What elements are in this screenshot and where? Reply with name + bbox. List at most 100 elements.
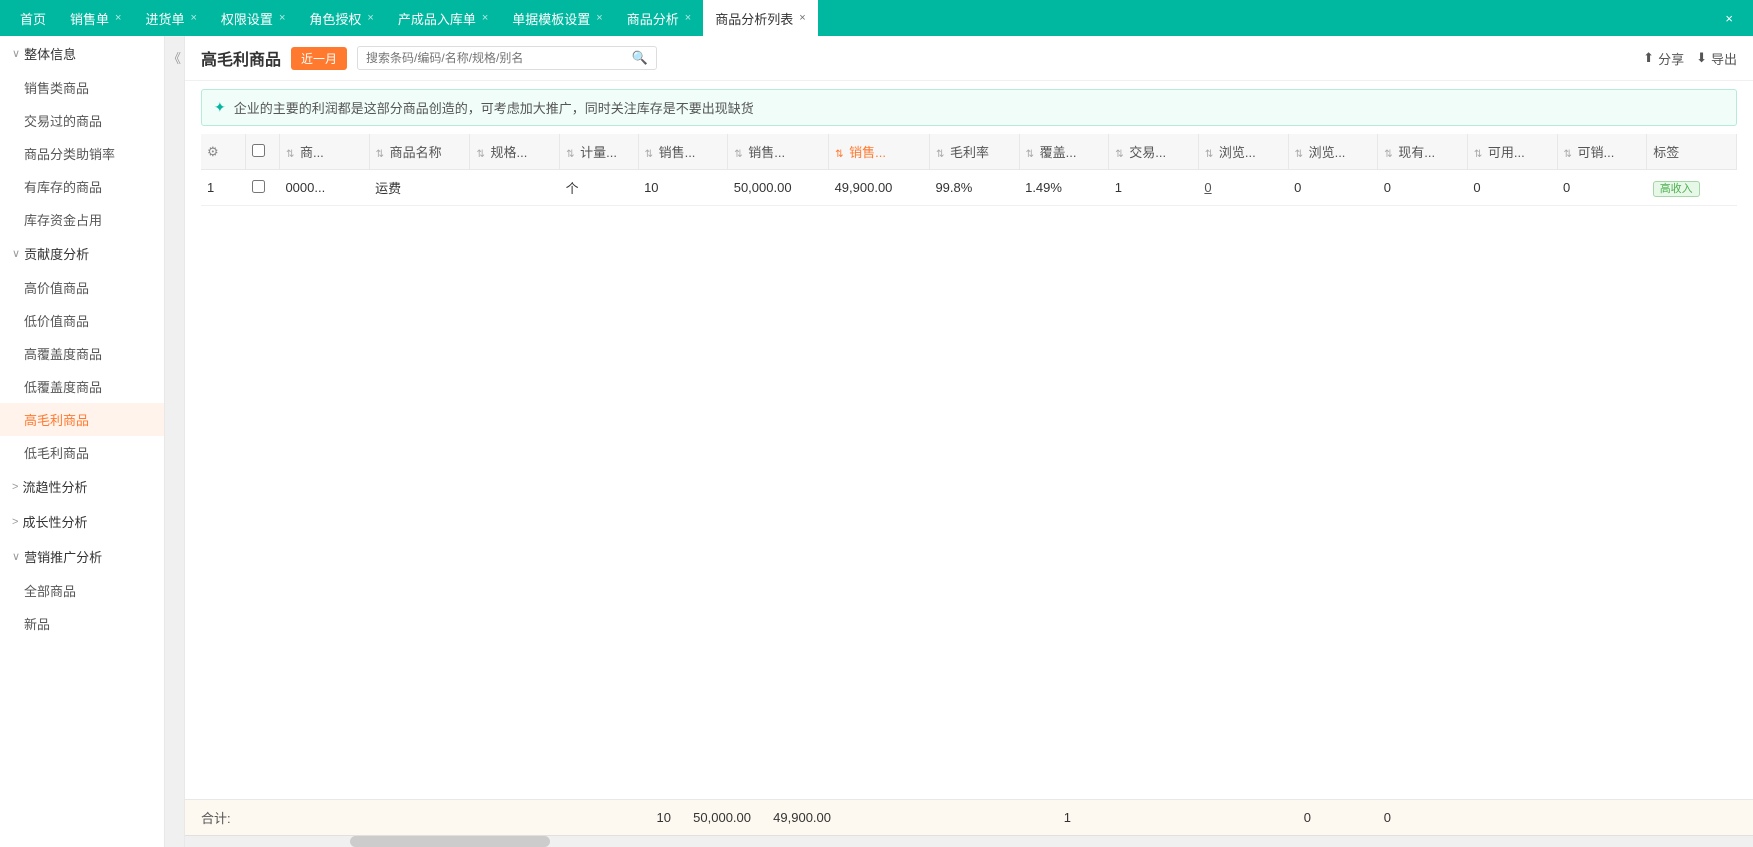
cell-code: 0000... xyxy=(279,170,369,206)
sidebar-item-high-margin[interactable]: 高毛利商品 xyxy=(0,403,164,436)
sidebar-item-sales-products[interactable]: 销售类商品 xyxy=(0,71,164,104)
row-checkbox[interactable] xyxy=(252,180,265,193)
sort-icon[interactable]: ⇅ xyxy=(376,149,384,160)
sidebar-item-inventory-capital[interactable]: 库存资金占用 xyxy=(0,203,164,236)
close-icon[interactable]: × xyxy=(596,12,602,24)
close-icon[interactable]: × xyxy=(367,12,373,24)
sort-icon[interactable]: ⇅ xyxy=(936,149,944,160)
search-icon[interactable]: 🔍 xyxy=(632,50,648,66)
sidebar-group-overview[interactable]: ∨ 整体信息 xyxy=(0,36,164,71)
sidebar-group-marketing[interactable]: ∨ 营销推广分析 xyxy=(0,539,164,574)
table-container: ⚙ ⇅ 商... ⇅ 商品名称 xyxy=(185,134,1753,799)
horizontal-scrollbar[interactable] xyxy=(185,835,1753,847)
cell-sales-profit: 49,900.00 xyxy=(829,170,930,206)
info-banner: ✦ 企业的主要的利润都是这部分商品创造的，可考虑加大推广，同时关注库存是不要出现… xyxy=(201,89,1737,126)
cell-spec xyxy=(470,170,560,206)
col-sales-qty: ⇅ 销售... xyxy=(638,134,728,170)
nav-inventory[interactable]: 产成品入库单 × xyxy=(386,0,500,36)
sidebar-item-stocked-products[interactable]: 有库存的商品 xyxy=(0,170,164,203)
nav-template[interactable]: 单据模板设置 × xyxy=(500,0,614,36)
sidebar-item-high-coverage[interactable]: 高覆盖度商品 xyxy=(0,337,164,370)
close-icon[interactable]: × xyxy=(279,12,285,24)
sort-icon[interactable]: ⇅ xyxy=(286,149,294,160)
nav-sales[interactable]: 销售单 × xyxy=(58,0,133,36)
gear-icon[interactable]: ⚙ xyxy=(207,144,219,159)
sidebar-group-growth[interactable]: > 成长性分析 xyxy=(0,504,164,539)
col-checkbox[interactable] xyxy=(246,134,280,170)
close-icon[interactable]: × xyxy=(190,12,196,24)
nav-roles[interactable]: 角色授权 × xyxy=(297,0,385,36)
footer-label: 合计: xyxy=(201,808,281,827)
col-coverage: ⇅ 覆盖... xyxy=(1019,134,1109,170)
cell-name: 运费 xyxy=(369,170,470,206)
arrow-icon: > xyxy=(12,481,18,493)
col-tag: 标签 xyxy=(1647,134,1737,170)
nav-permissions[interactable]: 权限设置 × xyxy=(209,0,297,36)
cell-checkbox[interactable] xyxy=(246,170,280,206)
col-settings[interactable]: ⚙ xyxy=(201,134,246,170)
select-all-checkbox[interactable] xyxy=(252,144,265,157)
sidebar: ∨ 整体信息 销售类商品 交易过的商品 商品分类助销率 有库存的商品 库存资金占… xyxy=(0,36,165,847)
sort-icon[interactable]: ⇅ xyxy=(1205,149,1213,160)
sort-icon[interactable]: ⇅ xyxy=(1474,149,1482,160)
sidebar-group-contribution[interactable]: ∨ 贡献度分析 xyxy=(0,236,164,271)
close-icon[interactable]: × xyxy=(799,12,805,24)
sort-icon[interactable]: ⇅ xyxy=(1384,149,1392,160)
nav-product-analysis-list[interactable]: 商品分析列表 × xyxy=(703,0,817,36)
sort-icon[interactable]: ⇅ xyxy=(734,149,742,160)
col-sales-amount: ⇅ 销售... xyxy=(728,134,829,170)
header-actions: ⬆ 分享 ⬇ 导出 xyxy=(1643,49,1737,68)
cell-index: 1 xyxy=(201,170,246,206)
scrollbar-thumb[interactable] xyxy=(350,836,550,847)
sidebar-item-all-products[interactable]: 全部商品 xyxy=(0,574,164,607)
cell-browse2: 0 xyxy=(1288,170,1378,206)
nav-purchase[interactable]: 进货单 × xyxy=(133,0,208,36)
sort-icon[interactable]: ⇅ xyxy=(835,149,843,160)
col-sales-profit: ⇅ 销售... xyxy=(829,134,930,170)
footer-sales-profit: 49,900.00 xyxy=(757,810,837,825)
export-icon: ⬇ xyxy=(1696,50,1707,66)
cell-sales-amount: 50,000.00 xyxy=(728,170,829,206)
sort-icon[interactable]: ⇅ xyxy=(645,149,653,160)
sidebar-item-traded-products[interactable]: 交易过的商品 xyxy=(0,104,164,137)
nav-home[interactable]: 首页 xyxy=(8,0,58,36)
sort-icon[interactable]: ⇅ xyxy=(1295,149,1303,160)
col-code: ⇅ 商... xyxy=(279,134,369,170)
close-all-button[interactable]: × xyxy=(1713,11,1745,26)
cell-tag: 高收入 xyxy=(1647,170,1737,206)
col-spec: ⇅ 规格... xyxy=(470,134,560,170)
sort-icon[interactable]: ⇅ xyxy=(476,149,484,160)
cell-stock2: 0 xyxy=(1467,170,1557,206)
nav-product-analysis[interactable]: 商品分析 × xyxy=(615,0,703,36)
export-button[interactable]: ⬇ 导出 xyxy=(1696,49,1737,68)
share-button[interactable]: ⬆ 分享 xyxy=(1643,49,1684,68)
sidebar-group-trend[interactable]: > 流趋性分析 xyxy=(0,469,164,504)
col-name: ⇅ 商品名称 xyxy=(369,134,470,170)
sidebar-item-category-rate[interactable]: 商品分类助销率 xyxy=(0,137,164,170)
filter-button[interactable]: 近一月 xyxy=(291,47,347,70)
sort-icon[interactable]: ⇅ xyxy=(1115,149,1123,160)
col-stock1: ⇅ 现有... xyxy=(1378,134,1468,170)
sidebar-item-low-coverage[interactable]: 低覆盖度商品 xyxy=(0,370,164,403)
search-input[interactable] xyxy=(366,51,632,65)
arrow-icon: ∨ xyxy=(12,247,20,260)
cell-gross-margin: 99.8% xyxy=(929,170,1019,206)
close-icon[interactable]: × xyxy=(685,12,691,24)
search-box: 🔍 xyxy=(357,46,657,70)
sidebar-item-new-products[interactable]: 新品 xyxy=(0,607,164,640)
sidebar-collapse-button[interactable]: 《 xyxy=(165,36,185,847)
sort-icon[interactable]: ⇅ xyxy=(1564,149,1572,160)
col-unit: ⇅ 计量... xyxy=(560,134,638,170)
sidebar-item-low-value[interactable]: 低价值商品 xyxy=(0,304,164,337)
cell-browse1[interactable]: 0 xyxy=(1198,170,1288,206)
sidebar-item-high-value[interactable]: 高价值商品 xyxy=(0,271,164,304)
sort-icon[interactable]: ⇅ xyxy=(1026,149,1034,160)
arrow-icon: ∨ xyxy=(12,47,20,60)
close-icon[interactable]: × xyxy=(482,12,488,24)
sidebar-item-low-margin[interactable]: 低毛利商品 xyxy=(0,436,164,469)
top-nav: 首页 销售单 × 进货单 × 权限设置 × 角色授权 × 产成品入库单 × 单据… xyxy=(0,0,1753,36)
page-title: 高毛利商品 xyxy=(201,46,281,70)
close-icon[interactable]: × xyxy=(115,12,121,24)
sort-icon[interactable]: ⇅ xyxy=(566,149,574,160)
cell-stock1: 0 xyxy=(1378,170,1468,206)
